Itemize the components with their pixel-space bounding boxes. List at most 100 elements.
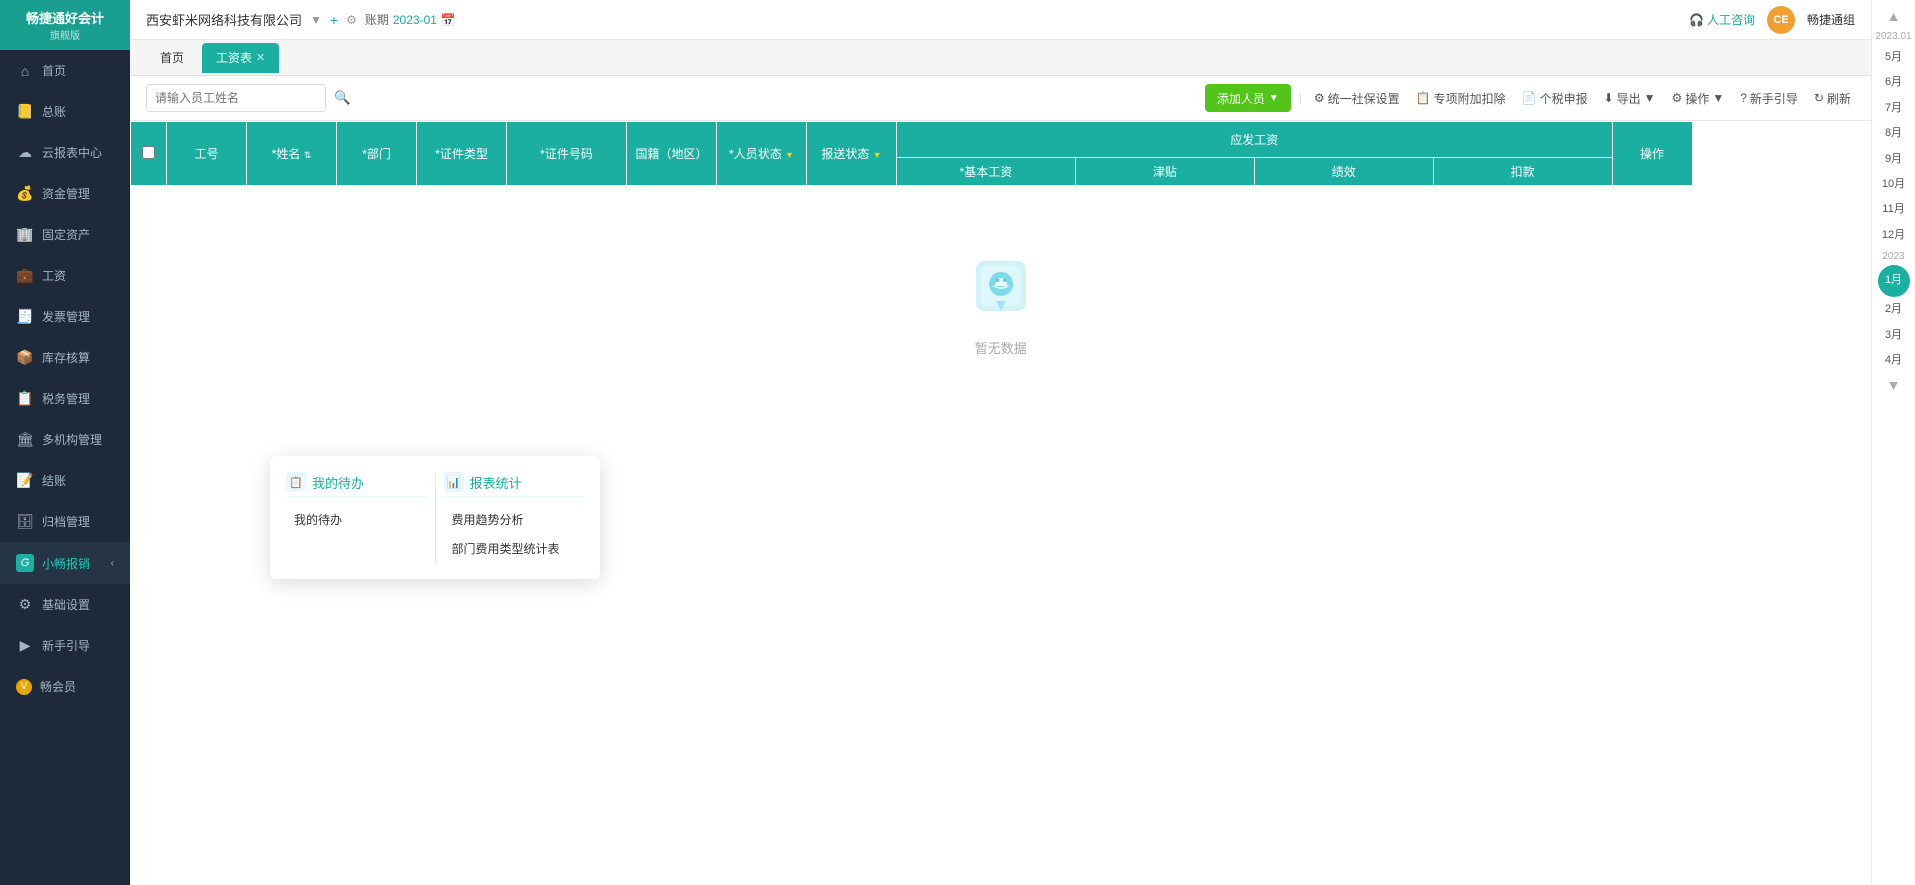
empty-state-row: 暂无数据 [131, 186, 1872, 418]
salary-table: 工号 *姓名 ⇅ *部门 *证件类型 *证件号码 国籍（地区） *人员状态 ▼ [130, 121, 1871, 417]
month-12[interactable]: 12月 [1875, 223, 1913, 248]
popup-item-my-todo[interactable]: 我的待办 [286, 505, 427, 534]
main-toolbar: 🔍 添加人员 ▼ | ⚙ 统一社保设置 📋 专项附加扣除 📄 个 [130, 76, 1871, 121]
popup-section-title-1: 📋 我的待办 [286, 472, 427, 497]
month-8[interactable]: 8月 [1875, 121, 1913, 146]
nav-down-arrow[interactable]: ▼ [1883, 373, 1905, 397]
period-label: 账期 [365, 11, 389, 28]
month-9[interactable]: 9月 [1875, 147, 1913, 172]
calendar-icon[interactable]: 📅 [441, 13, 456, 27]
operations-arrow: ▼ [1712, 91, 1724, 105]
tabbar: 首页 工资表 ✕ [130, 40, 1871, 76]
add-person-button[interactable]: 添加人员 ▼ [1205, 84, 1291, 112]
th-country: 国籍（地区） [627, 122, 717, 186]
popup-col-left: 📋 我的待办 我的待办 [286, 472, 427, 563]
th-report-status: 报送状态 ▼ [807, 122, 897, 186]
sidebar-item-member[interactable]: V 畅会员 [0, 666, 130, 707]
tab-salary-label: 工资表 [216, 49, 252, 66]
add-company-button[interactable]: + [330, 12, 338, 28]
sort-icon[interactable]: ⇅ [304, 150, 312, 160]
user-name: 畅捷通组 [1807, 11, 1855, 28]
select-all-checkbox[interactable] [142, 146, 155, 159]
popup-item-cost-trend[interactable]: 费用趋势分析 [444, 505, 585, 534]
month-5[interactable]: 5月 [1875, 45, 1913, 70]
th-name: *姓名 ⇅ [247, 122, 337, 186]
company-dropdown-icon[interactable]: ▼ [310, 13, 322, 27]
month-3[interactable]: 3月 [1875, 323, 1913, 348]
report-status-filter-icon[interactable]: ▼ [873, 150, 882, 160]
tax-report-icon: 📄 [1522, 91, 1537, 105]
tab-home[interactable]: 首页 [146, 43, 198, 73]
month-2[interactable]: 2月 [1875, 297, 1913, 322]
popup-icon-2: 📊 [444, 472, 464, 492]
sidebar-item-inventory[interactable]: 📦 库存核算 [0, 337, 130, 378]
building-icon: 🏢 [16, 226, 34, 243]
sidebar-item-xiaochang[interactable]: G 小畅报销 ‹ [0, 542, 130, 584]
empty-state: 暂无数据 [131, 186, 1872, 417]
tab-salary[interactable]: 工资表 ✕ [202, 43, 279, 73]
month-6[interactable]: 6月 [1875, 70, 1913, 95]
tab-close-icon[interactable]: ✕ [256, 51, 265, 64]
settings-company-button[interactable]: ⚙ [346, 13, 357, 27]
sidebar-item-fixed-assets[interactable]: 🏢 固定资产 [0, 214, 130, 255]
expand-icon: ‹ [111, 558, 114, 569]
sidebar-item-new-guide[interactable]: ▶ 新手引导 [0, 625, 130, 666]
sidebar-item-archive[interactable]: 🗄 归档管理 [0, 501, 130, 542]
sidebar-item-tax[interactable]: 📋 税务管理 [0, 378, 130, 419]
sidebar-item-fund-mgmt[interactable]: 💰 资金管理 [0, 173, 130, 214]
export-icon: ⬇ [1604, 91, 1614, 105]
nav-up-arrow[interactable]: ▲ [1883, 4, 1905, 28]
month-11[interactable]: 11月 [1875, 197, 1913, 222]
export-arrow: ▼ [1644, 91, 1656, 105]
month-7[interactable]: 7月 [1875, 96, 1913, 121]
month-4[interactable]: 4月 [1875, 348, 1913, 373]
logo-sub: 旗舰版 [50, 27, 80, 42]
help-button[interactable]: 🎧 人工咨询 [1689, 11, 1755, 28]
member-icon: V [16, 679, 32, 695]
logo-text: 畅捷通好会计 [26, 8, 104, 27]
popup-icon-1: 📋 [286, 472, 306, 492]
sidebar-item-label: 云报表中心 [42, 144, 102, 161]
tax-report-label: 个税申报 [1540, 90, 1588, 107]
sidebar-item-invoice[interactable]: 🧾 发票管理 [0, 296, 130, 337]
sidebar-item-label: 资金管理 [42, 185, 90, 202]
sidebar: 畅捷通好会计 旗舰版 ⌂ 首页 📒 总账 ☁ 云报表中心 💰 资金管理 🏢 固定… [0, 0, 130, 885]
sidebar-item-general-ledger[interactable]: 📒 总账 [0, 91, 130, 132]
sidebar-item-label: 多机构管理 [42, 431, 102, 448]
person-status-filter-icon[interactable]: ▼ [785, 150, 794, 160]
new-guide-btn[interactable]: ? 新手引导 [1736, 90, 1802, 107]
separator-1: | [1299, 91, 1302, 105]
search-input[interactable] [146, 84, 326, 112]
th-checkbox[interactable] [131, 122, 167, 186]
popup-section-title-2: 📊 报表统计 [444, 472, 585, 497]
tax-report-btn[interactable]: 📄 个税申报 [1518, 90, 1592, 107]
th-performance: 绩效 [1254, 158, 1433, 186]
popup-item-dept-cost[interactable]: 部门费用类型统计表 [444, 534, 585, 563]
period-value: 2023-01 [393, 13, 437, 27]
month-1-active[interactable]: 1月 [1878, 265, 1910, 297]
sidebar-item-cloud-report[interactable]: ☁ 云报表中心 [0, 132, 130, 173]
sidebar-item-home[interactable]: ⌂ 首页 [0, 50, 130, 91]
refresh-label: 刷新 [1827, 90, 1851, 107]
app-logo: 畅捷通好会计 旗舰版 [0, 0, 130, 50]
operations-btn[interactable]: ⚙ 操作 ▼ [1668, 90, 1729, 107]
sidebar-item-settlement[interactable]: 📝 结账 [0, 460, 130, 501]
th-cert-num: *证件号码 [507, 122, 627, 186]
sidebar-item-salary[interactable]: 💼 工资 [0, 255, 130, 296]
headset-icon: 🎧 [1689, 13, 1704, 27]
sidebar-item-basic-settings[interactable]: ⚙ 基础设置 [0, 584, 130, 625]
new-guide-icon: ? [1740, 91, 1747, 105]
special-deduction-label: 专项附加扣除 [1434, 90, 1506, 107]
export-btn[interactable]: ⬇ 导出 ▼ [1600, 90, 1660, 107]
sidebar-item-multi-org[interactable]: 🏛 多机构管理 [0, 419, 130, 460]
th-cert-type: *证件类型 [417, 122, 507, 186]
tab-home-label: 首页 [160, 49, 184, 66]
month-10[interactable]: 10月 [1875, 172, 1913, 197]
refresh-btn[interactable]: ↻ 刷新 [1810, 90, 1855, 107]
search-button[interactable]: 🔍 [334, 90, 351, 106]
popup-section-1-title: 我的待办 [312, 473, 364, 492]
content-area: 🔍 添加人员 ▼ | ⚙ 统一社保设置 📋 专项附加扣除 📄 个 [130, 76, 1871, 885]
social-security-btn[interactable]: ⚙ 统一社保设置 [1310, 90, 1404, 107]
special-deduction-btn[interactable]: 📋 专项附加扣除 [1412, 90, 1510, 107]
sidebar-item-label: 发票管理 [42, 308, 90, 325]
